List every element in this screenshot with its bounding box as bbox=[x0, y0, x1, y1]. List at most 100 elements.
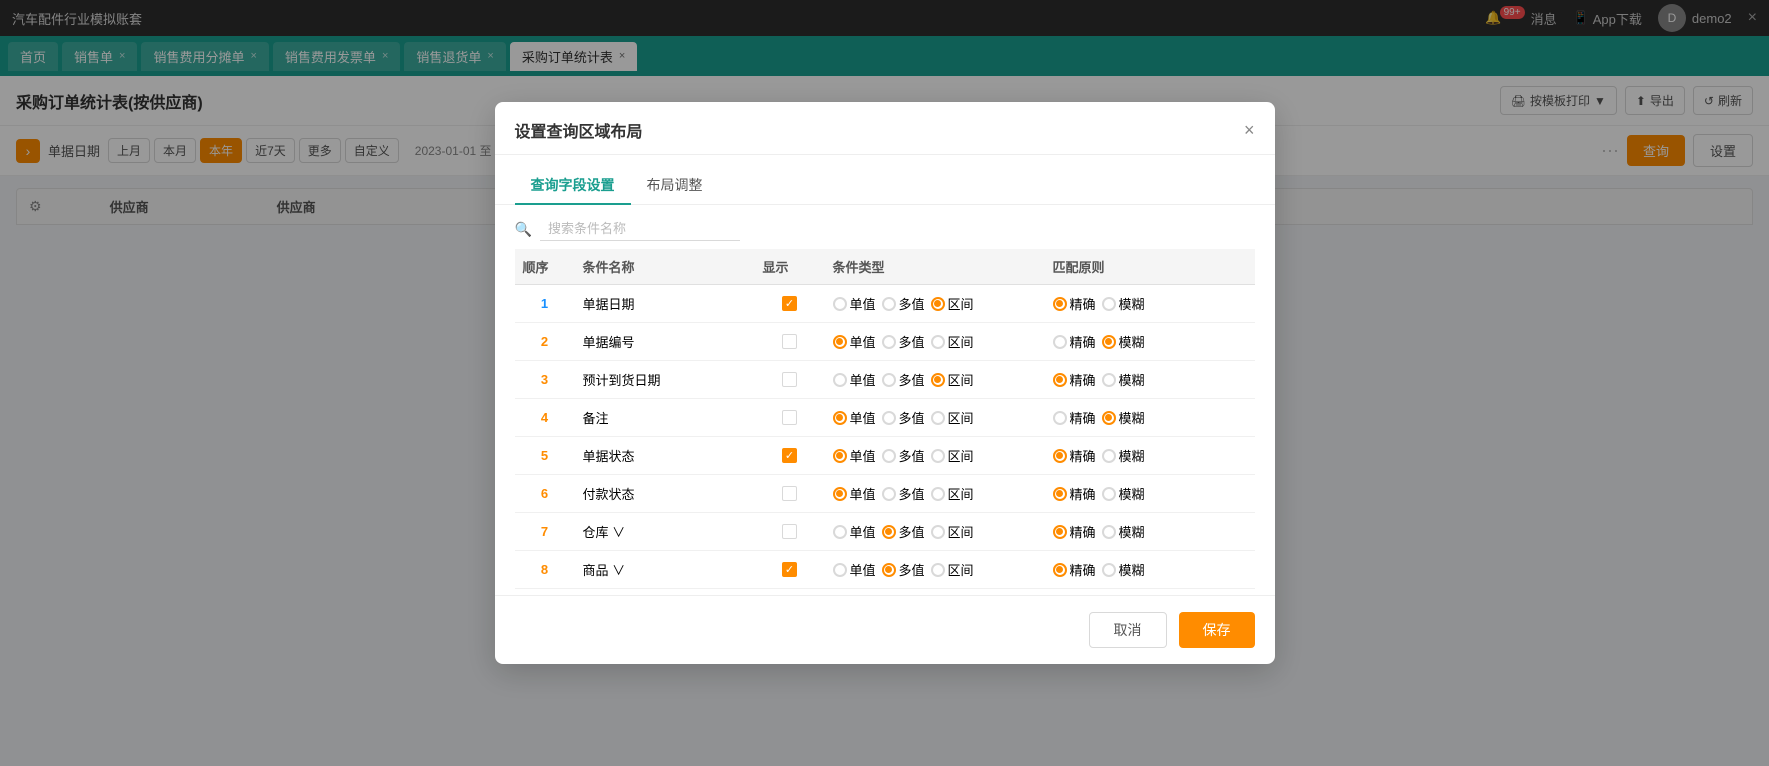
display-checkbox[interactable] bbox=[782, 448, 797, 463]
dialog: 设置查询区域布局 × 查询字段设置 布局调整 🔍 顺序 条件名称 显示 条件类型… bbox=[495, 102, 1275, 664]
match-radio-item[interactable]: 模糊 bbox=[1102, 522, 1145, 541]
dialog-close-button[interactable]: × bbox=[1244, 120, 1255, 141]
row-match-cell: 精确模糊 bbox=[1045, 446, 1245, 465]
type-radio-item[interactable]: 多值 bbox=[882, 332, 925, 351]
row-order: 4 bbox=[515, 410, 575, 425]
radio-circle bbox=[1102, 449, 1116, 463]
display-checkbox[interactable] bbox=[782, 334, 797, 349]
radio-circle bbox=[931, 487, 945, 501]
match-radio-item[interactable]: 精确 bbox=[1053, 522, 1096, 541]
radio-circle bbox=[1102, 487, 1116, 501]
row-name: 仓库 ∨ bbox=[575, 522, 755, 541]
match-radio-item[interactable]: 模糊 bbox=[1102, 408, 1145, 427]
radio-circle bbox=[1053, 335, 1067, 349]
row-name: 单据状态 bbox=[575, 446, 755, 465]
type-radio-item[interactable]: 单值 bbox=[833, 560, 876, 579]
row-order: 7 bbox=[515, 524, 575, 539]
type-radio-item[interactable]: 多值 bbox=[882, 370, 925, 389]
dialog-search-area: 🔍 bbox=[495, 205, 1275, 249]
display-checkbox[interactable] bbox=[782, 296, 797, 311]
match-radio-item[interactable]: 模糊 bbox=[1102, 370, 1145, 389]
dialog-header: 设置查询区域布局 × bbox=[495, 102, 1275, 155]
match-radio-item[interactable]: 精确 bbox=[1053, 332, 1096, 351]
match-radio-item[interactable]: 精确 bbox=[1053, 560, 1096, 579]
col-name-header: 条件名称 bbox=[575, 257, 755, 276]
search-icon: 🔍 bbox=[515, 221, 532, 238]
match-radio-item[interactable]: 模糊 bbox=[1102, 332, 1145, 351]
row-type-cell: 单值多值区间 bbox=[825, 560, 1045, 579]
table-body: 1单据日期单值多值区间精确模糊2单据编号单值多值区间精确模糊3预计到货日期单值多… bbox=[515, 285, 1255, 595]
type-radio-item[interactable]: 区间 bbox=[931, 370, 974, 389]
cancel-button[interactable]: 取消 bbox=[1089, 612, 1167, 648]
radio-circle bbox=[882, 525, 896, 539]
type-radio-item[interactable]: 区间 bbox=[931, 332, 974, 351]
radio-circle bbox=[882, 373, 896, 387]
type-radio-item[interactable]: 区间 bbox=[931, 484, 974, 503]
radio-circle bbox=[1102, 411, 1116, 425]
row-order: 3 bbox=[515, 372, 575, 387]
display-checkbox[interactable] bbox=[782, 562, 797, 577]
type-radio-item[interactable]: 区间 bbox=[931, 408, 974, 427]
search-input[interactable] bbox=[540, 217, 740, 241]
radio-circle bbox=[931, 449, 945, 463]
display-checkbox[interactable] bbox=[782, 486, 797, 501]
match-radio-item[interactable]: 精确 bbox=[1053, 294, 1096, 313]
radio-circle bbox=[931, 563, 945, 577]
table-row: 8商品 ∨单值多值区间精确模糊 bbox=[515, 551, 1255, 589]
match-radio-item[interactable]: 精确 bbox=[1053, 370, 1096, 389]
type-radio-item[interactable]: 区间 bbox=[931, 294, 974, 313]
save-button[interactable]: 保存 bbox=[1179, 612, 1255, 648]
match-radio-item[interactable]: 模糊 bbox=[1102, 446, 1145, 465]
display-checkbox[interactable] bbox=[782, 372, 797, 387]
type-radio-item[interactable]: 单值 bbox=[833, 332, 876, 351]
match-radio-item[interactable]: 精确 bbox=[1053, 446, 1096, 465]
row-display-cell bbox=[755, 562, 825, 577]
dialog-title: 设置查询区域布局 bbox=[515, 118, 643, 142]
match-radio-item[interactable]: 精确 bbox=[1053, 484, 1096, 503]
radio-circle bbox=[1053, 563, 1067, 577]
row-order: 6 bbox=[515, 486, 575, 501]
match-radio-item[interactable]: 精确 bbox=[1053, 408, 1096, 427]
radio-circle bbox=[833, 449, 847, 463]
radio-circle bbox=[1102, 297, 1116, 311]
row-name: 付款状态 bbox=[575, 484, 755, 503]
row-type-cell: 单值多值区间 bbox=[825, 370, 1045, 389]
match-radio-item[interactable]: 模糊 bbox=[1102, 294, 1145, 313]
type-radio-item[interactable]: 多值 bbox=[882, 294, 925, 313]
match-radio-item[interactable]: 模糊 bbox=[1102, 484, 1145, 503]
radio-circle bbox=[1053, 411, 1067, 425]
radio-circle bbox=[833, 335, 847, 349]
type-radio-item[interactable]: 多值 bbox=[882, 446, 925, 465]
row-type-cell: 单值多值区间 bbox=[825, 408, 1045, 427]
row-name: 预计到货日期 bbox=[575, 370, 755, 389]
tab-layout-adjust[interactable]: 布局调整 bbox=[631, 167, 719, 205]
row-order: 2 bbox=[515, 334, 575, 349]
row-order: 1 bbox=[515, 296, 575, 311]
type-radio-item[interactable]: 单值 bbox=[833, 408, 876, 427]
type-radio-item[interactable]: 区间 bbox=[931, 560, 974, 579]
row-type-cell: 单值多值区间 bbox=[825, 484, 1045, 503]
radio-circle bbox=[833, 373, 847, 387]
table-row: 4备注单值多值区间精确模糊 bbox=[515, 399, 1255, 437]
type-radio-item[interactable]: 单值 bbox=[833, 446, 876, 465]
display-checkbox[interactable] bbox=[782, 524, 797, 539]
row-match-cell: 精确模糊 bbox=[1045, 522, 1245, 541]
row-type-cell: 单值多值区间 bbox=[825, 294, 1045, 313]
type-radio-item[interactable]: 单值 bbox=[833, 370, 876, 389]
radio-circle bbox=[1053, 487, 1067, 501]
tab-query-fields[interactable]: 查询字段设置 bbox=[515, 167, 631, 205]
type-radio-item[interactable]: 多值 bbox=[882, 522, 925, 541]
type-radio-item[interactable]: 单值 bbox=[833, 522, 876, 541]
type-radio-item[interactable]: 单值 bbox=[833, 294, 876, 313]
row-order: 5 bbox=[515, 448, 575, 463]
table-row: 2单据编号单值多值区间精确模糊 bbox=[515, 323, 1255, 361]
type-radio-item[interactable]: 多值 bbox=[882, 408, 925, 427]
type-radio-item[interactable]: 单值 bbox=[833, 484, 876, 503]
type-radio-item[interactable]: 区间 bbox=[931, 522, 974, 541]
type-radio-item[interactable]: 多值 bbox=[882, 484, 925, 503]
type-radio-item[interactable]: 多值 bbox=[882, 560, 925, 579]
type-radio-item[interactable]: 区间 bbox=[931, 446, 974, 465]
match-radio-item[interactable]: 模糊 bbox=[1102, 560, 1145, 579]
radio-circle bbox=[931, 335, 945, 349]
display-checkbox[interactable] bbox=[782, 410, 797, 425]
